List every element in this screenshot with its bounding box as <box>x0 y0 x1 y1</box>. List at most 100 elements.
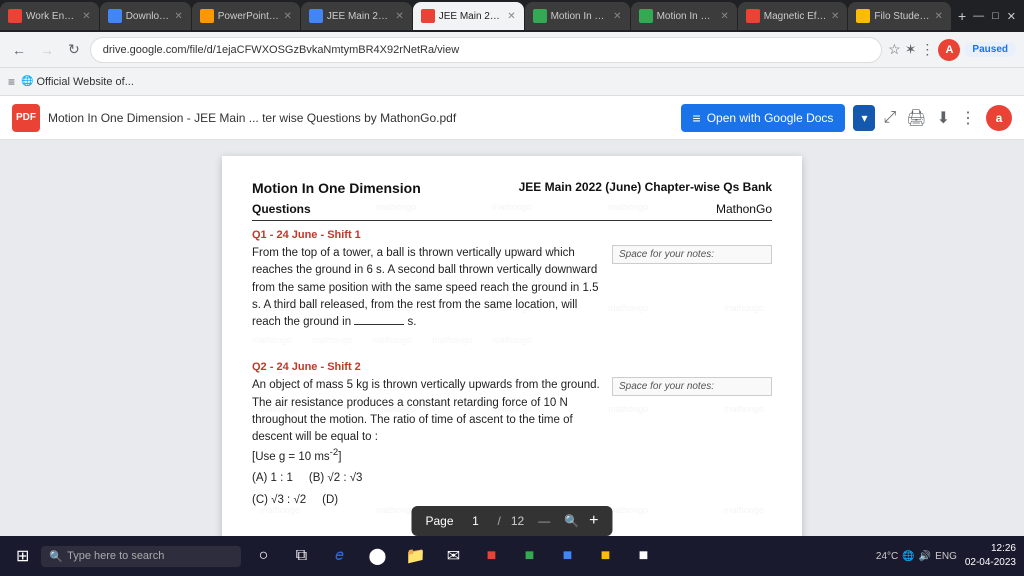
bookmarks-bar: ≡ 🌐 Official Website of... <box>0 68 1024 96</box>
search-icon: 🔍 <box>49 550 63 563</box>
tab-close-icon[interactable]: ✕ <box>174 11 182 22</box>
tab-favicon <box>746 9 760 23</box>
tab-t5[interactable]: JEE Main 202... ✕ <box>413 2 524 30</box>
open-with-google-docs-button[interactable]: ≡ Open with Google Docs <box>681 104 846 132</box>
pdf-main-title: Motion In One Dimension <box>252 180 421 196</box>
second-ball-highlight: second ball <box>398 264 456 276</box>
tab-favicon <box>533 9 547 23</box>
tab-t3[interactable]: PowerPoint P... ✕ <box>192 2 300 30</box>
tab-t1[interactable]: Work Energy ✕ <box>0 2 99 30</box>
taskbar-icon-app1[interactable]: ■ <box>473 538 509 574</box>
search-bar[interactable]: 🔍 Type here to search <box>41 546 241 567</box>
open-with-dropdown-button[interactable]: ▾ <box>853 105 875 131</box>
blank-answer <box>354 324 404 325</box>
pdf-icon: PDF <box>12 104 40 132</box>
taskbar-icon-cortana[interactable]: ○ <box>245 538 281 574</box>
page-total: 12 <box>511 514 524 528</box>
maximize-button[interactable]: □ <box>992 10 999 22</box>
tab-t8[interactable]: Magnetic Effe... ✕ <box>738 2 848 30</box>
avatar[interactable]: a <box>986 105 1012 131</box>
taskbar-icon-app2[interactable]: ■ <box>511 538 547 574</box>
q2-option-d: (D) <box>322 492 338 509</box>
tab-t2[interactable]: Downloads ✕ <box>100 2 191 30</box>
tab-close-icon[interactable]: ✕ <box>720 11 728 22</box>
address-bar: ← → ↻ ☆ ✶ ⋮ A Paused <box>0 32 1024 68</box>
pdf-brand: MathonGo <box>716 202 772 216</box>
q2-text: An object of mass 5 kg is thrown vertica… <box>252 377 600 509</box>
tab-t6[interactable]: Motion In Tw... ✕ <box>525 2 630 30</box>
menu-icon[interactable]: ⋮ <box>920 41 934 58</box>
address-icons: ☆ ✶ ⋮ A Paused <box>888 39 1016 61</box>
page-number-input[interactable] <box>464 514 488 528</box>
address-input[interactable] <box>90 37 882 63</box>
search-button[interactable]: 🔍 <box>564 514 579 528</box>
taskbar-icon-app4[interactable]: ■ <box>587 538 623 574</box>
tab-label: Work Energy <box>26 11 78 22</box>
tab-close-icon[interactable]: ✕ <box>395 11 403 22</box>
close-button[interactable]: ✕ <box>1007 10 1016 23</box>
back-button[interactable]: ← <box>8 38 30 62</box>
start-button[interactable]: ⊞ <box>8 542 37 570</box>
zoom-minus-button[interactable]: — <box>538 514 550 528</box>
content-area: mathongo mathongo mathongo mathongo math… <box>0 140 1024 576</box>
pdf-content: Motion In One Dimension JEE Main 2022 (J… <box>252 180 772 509</box>
tab-label: Magnetic Effe... <box>764 11 827 22</box>
taskbar-icon-chrome[interactable]: ⬤ <box>359 538 395 574</box>
tab-close-icon[interactable]: ✕ <box>613 11 621 22</box>
account-icon[interactable]: A <box>938 39 960 61</box>
tab-favicon <box>108 9 122 23</box>
tab-label: Motion In Tw... <box>551 11 610 22</box>
header-divider <box>252 220 772 221</box>
taskbar-icon-mail[interactable]: ✉ <box>435 538 471 574</box>
page-separator: / <box>498 514 501 528</box>
bookmark-favicon: 🌐 <box>21 76 33 87</box>
tab-t7[interactable]: Motion In On... ✕ <box>631 2 737 30</box>
tab-t4[interactable]: JEE Main 202... ✕ <box>301 2 412 30</box>
tab-close-icon[interactable]: ✕ <box>82 11 90 22</box>
q2-label: Q2 - 24 June - Shift 2 <box>252 361 772 373</box>
taskbar-icon-task-view[interactable]: ⧉ <box>283 538 319 574</box>
google-docs-icon: ≡ <box>693 110 701 126</box>
q2-options: (A) 1 : 1 (B) √2 : √3 <box>252 470 600 487</box>
language: ENG <box>935 551 957 562</box>
tab-close-icon[interactable]: ✕ <box>507 11 515 22</box>
tab-close-icon[interactable]: ✕ <box>283 11 291 22</box>
bookmarks-toggle[interactable]: ≡ <box>8 75 15 89</box>
print-icon[interactable]: 🖨 <box>906 108 926 128</box>
taskbar-icon-app5[interactable]: ■ <box>625 538 661 574</box>
taskbar-icon-folder[interactable]: 📁 <box>397 538 433 574</box>
tab-label: PowerPoint P... <box>218 11 280 22</box>
tab-close-icon[interactable]: ✕ <box>935 11 943 22</box>
question-2: Q2 - 24 June - Shift 2 An object of mass… <box>252 361 772 509</box>
mid-watermark: mathongomathongomathongomathongomathongo <box>252 335 772 351</box>
minimize-button[interactable]: — <box>973 10 984 22</box>
taskbar-right: 24°C 🌐 🔊 ENG 12:26 02-04-2023 <box>876 542 1016 570</box>
tab-t9[interactable]: Filo Student... ✕ <box>848 2 951 30</box>
network-icon: 🌐 <box>902 551 914 562</box>
forward-button[interactable]: → <box>36 38 58 62</box>
pdf-page: mathongo mathongo mathongo mathongo math… <box>222 156 802 560</box>
reload-button[interactable]: ↻ <box>64 37 84 62</box>
pdf-questions-label: Questions <box>252 202 311 216</box>
tab-label: Downloads <box>126 11 171 22</box>
pdf-subheader: Questions MathonGo <box>252 202 772 216</box>
q1-content: From the top of a tower, a ball is throw… <box>252 245 772 331</box>
more-options-icon[interactable]: ⋮ <box>960 108 976 128</box>
taskbar-icon-app3[interactable]: ■ <box>549 538 585 574</box>
q2-notes: Space for your notes: <box>612 377 772 509</box>
tab-label: Filo Student... <box>874 11 930 22</box>
question-1: Q1 - 24 June - Shift 1 From the top of a… <box>252 229 772 331</box>
share-icon[interactable]: ⤢ <box>883 109 896 127</box>
pdf-subtitle: JEE Main 2022 (June) Chapter-wise Qs Ban… <box>519 180 772 194</box>
q2-option-c: (C) √3 : √2 <box>252 492 306 509</box>
new-tab-button[interactable]: + <box>952 4 972 28</box>
tab-close-icon[interactable]: ✕ <box>831 11 839 22</box>
bookmark-official-website[interactable]: 🌐 Official Website of... <box>21 76 134 88</box>
zoom-plus-button[interactable]: + <box>589 512 598 530</box>
download-icon[interactable]: ⬇ <box>937 108 950 128</box>
taskbar-icon-edge[interactable]: 𝑒 <box>321 538 357 574</box>
tab-favicon <box>8 9 22 23</box>
bookmark-icon[interactable]: ☆ <box>888 41 901 58</box>
star-icon[interactable]: ✶ <box>905 41 917 58</box>
q1-text: From the top of a tower, a ball is throw… <box>252 245 600 331</box>
